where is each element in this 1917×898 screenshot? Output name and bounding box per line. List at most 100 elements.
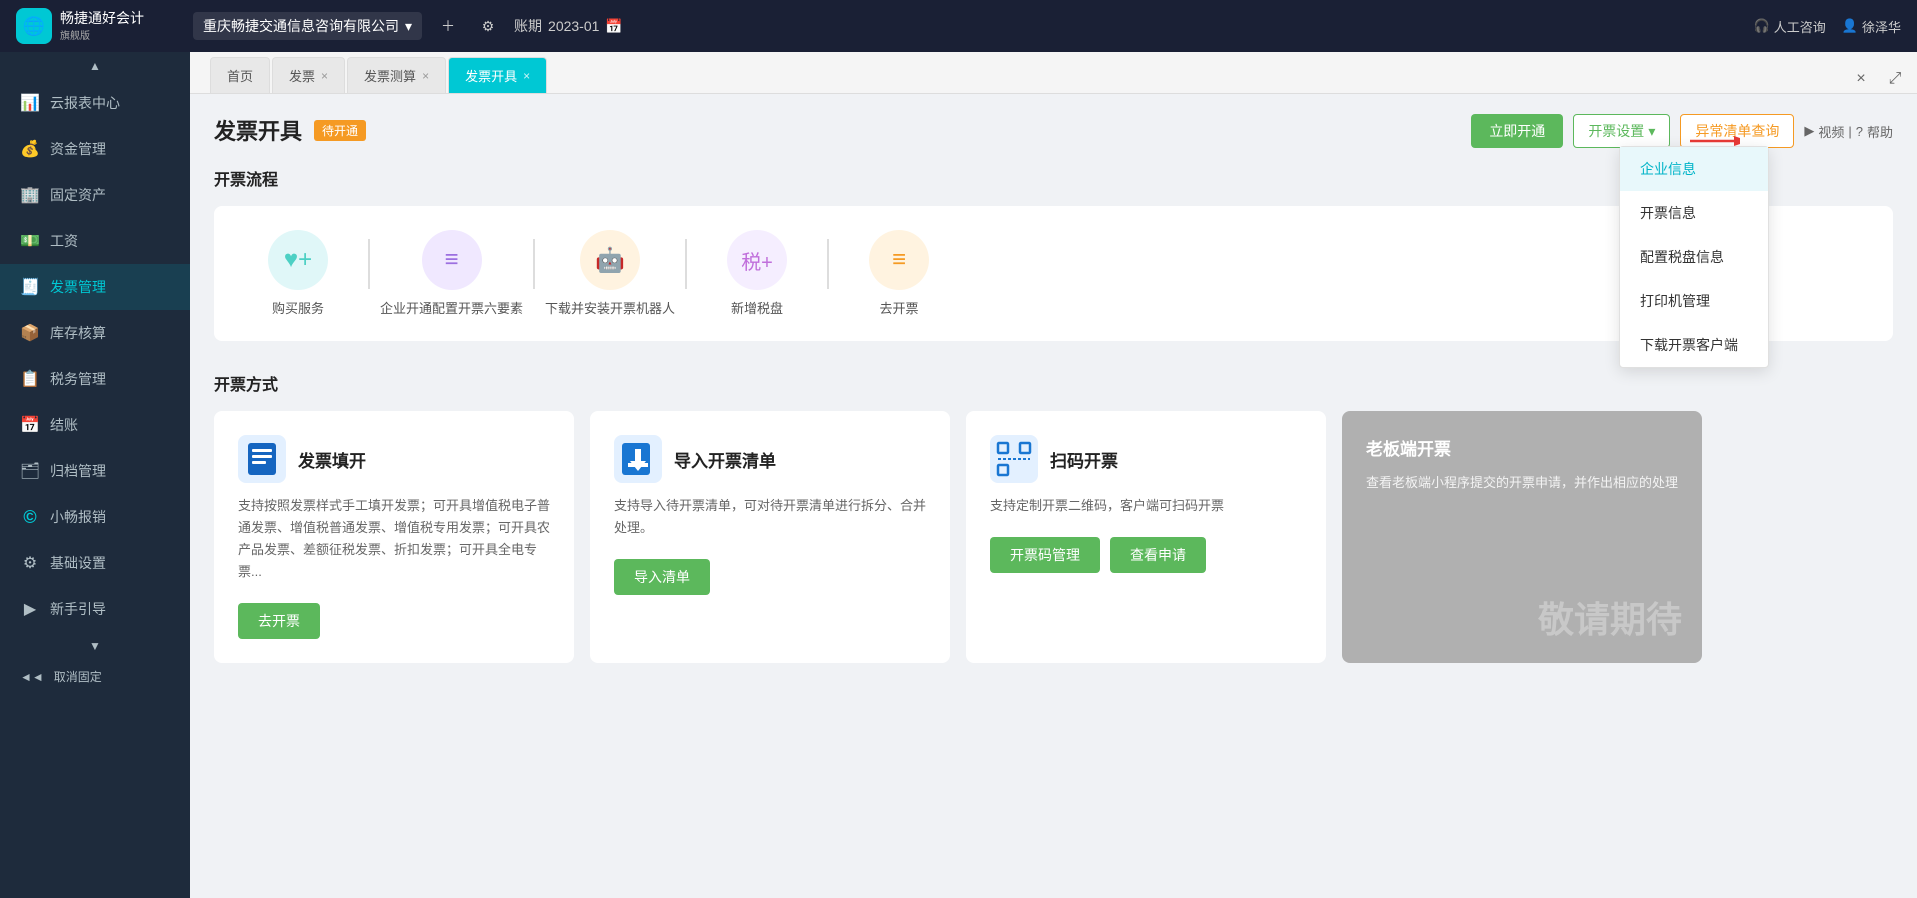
sidebar-item-invoice[interactable]: 🧾 发票管理 xyxy=(0,264,190,310)
import-invoice-button[interactable]: 导入清单 xyxy=(614,559,710,595)
support-label: 人工咨询 xyxy=(1774,17,1826,36)
step-divider-1 xyxy=(368,239,370,289)
video-label[interactable]: 视频 xyxy=(1818,122,1844,141)
step4-icon: 税+ xyxy=(727,230,787,290)
tab-home-label: 首页 xyxy=(227,66,253,85)
tab-invoice-calc[interactable]: 发票测算 × xyxy=(347,57,446,93)
sidebar-label-capital: 资金管理 xyxy=(50,139,106,159)
support-button[interactable]: 🎧 人工咨询 xyxy=(1754,17,1826,36)
fill-invoice-button[interactable]: 去开票 xyxy=(238,603,320,639)
boss-invoice-title: 老板端开票 xyxy=(1366,435,1678,460)
sidebar-label-xiao-report: 小畅报销 xyxy=(50,507,106,527)
avatar: 👤 xyxy=(1842,18,1858,34)
scan-invoice-card: 扫码开票 支持定制开票二维码，客户端可扫码开票 开票码管理 查看申请 xyxy=(966,411,1326,663)
sidebar-label-inventory: 库存核算 xyxy=(50,323,106,343)
headphone-icon: 🎧 xyxy=(1754,18,1770,34)
payroll-icon: 💵 xyxy=(20,231,40,251)
tab-invoice-issue-close[interactable]: × xyxy=(523,69,530,83)
step1-icon: ♥+ xyxy=(268,230,328,290)
sidebar-label-settlement: 结账 xyxy=(50,415,78,435)
fill-invoice-header: 发票填开 xyxy=(238,435,550,483)
user-profile[interactable]: 👤 徐泽华 xyxy=(1842,17,1901,36)
app-title: 畅捷通好会计 xyxy=(60,10,144,27)
user-name: 徐泽华 xyxy=(1862,17,1901,36)
tax-icon: 📋 xyxy=(20,369,40,389)
sidebar-item-tax[interactable]: 📋 税务管理 xyxy=(0,356,190,402)
dropdown-tax-config[interactable]: 配置税盘信息 xyxy=(1620,235,1768,279)
tab-invoice-close[interactable]: × xyxy=(321,69,328,83)
qr-manage-button[interactable]: 开票码管理 xyxy=(990,537,1100,573)
dropdown-printer[interactable]: 打印机管理 xyxy=(1620,279,1768,323)
company-selector[interactable]: 重庆畅捷交通信息咨询有限公司 ▾ xyxy=(193,12,422,40)
step-divider-3 xyxy=(685,239,687,289)
step3-label: 下载并安装开票机器人 xyxy=(545,298,675,317)
sidebar-item-capital[interactable]: 💰 资金管理 xyxy=(0,126,190,172)
chevron-down-icon: ▾ xyxy=(405,18,412,35)
period-value: 2023-01 xyxy=(548,18,599,34)
sidebar-item-settlement[interactable]: 📅 结账 xyxy=(0,402,190,448)
sidebar-item-cloud-report[interactable]: 📊 云报表中心 xyxy=(0,80,190,126)
play-icon: ▶ xyxy=(1804,123,1814,139)
unpin-icon: ◄◄ xyxy=(20,670,44,684)
unpin-button[interactable]: ◄◄ 取消固定 xyxy=(0,660,190,693)
process-step-1: ♥+ 购买服务 xyxy=(238,230,358,317)
sidebar-label-fixed-assets: 固定资产 xyxy=(50,185,106,205)
dropdown-invoice-info[interactable]: 开票信息 xyxy=(1620,191,1768,235)
sidebar-item-settings[interactable]: ⚙ 基础设置 xyxy=(0,540,190,586)
tab-home[interactable]: 首页 xyxy=(210,57,270,93)
sidebar-item-archive[interactable]: 🗂 归档管理 xyxy=(0,448,190,494)
step2-label: 企业开通配置开票六要素 xyxy=(380,298,523,317)
sidebar-item-payroll[interactable]: 💵 工资 xyxy=(0,218,190,264)
tab-expand[interactable]: ⤢ xyxy=(1881,65,1909,93)
add-button[interactable]: ＋ xyxy=(434,12,462,40)
red-arrow-indicator xyxy=(1690,131,1740,154)
activate-button[interactable]: 立即开通 xyxy=(1471,114,1563,148)
sidebar-scroll-up[interactable]: ▲ xyxy=(0,52,190,80)
invoice-settings-button[interactable]: 开票设置 ▾ xyxy=(1573,114,1670,148)
dropdown-menu: 企业信息 开票信息 配置税盘信息 打印机管理 下载开票客户端 xyxy=(1619,146,1769,368)
help-label[interactable]: 帮助 xyxy=(1867,122,1893,141)
step3-icon: 🤖 xyxy=(580,230,640,290)
sidebar-item-xiao-report[interactable]: © 小畅报销 xyxy=(0,494,190,540)
tab-bar-right: × ⤢ xyxy=(1847,65,1917,93)
cloud-report-icon: 📊 xyxy=(20,93,40,113)
boss-invoice-card: 老板端开票 查看老板端小程序提交的开票申请，并作出相应的处理 敬请期待 xyxy=(1342,411,1702,663)
tab-close-all[interactable]: × xyxy=(1847,65,1875,93)
archive-icon: 🗂 xyxy=(20,461,40,481)
tab-invoice[interactable]: 发票 × xyxy=(272,57,345,93)
sidebar-item-fixed-assets[interactable]: 🏢 固定资产 xyxy=(0,172,190,218)
fill-invoice-card: 发票填开 支持按照发票样式手工填开发票；可开具增值税电子普通发票、增值税普通发票… xyxy=(214,411,574,663)
process-step-5: ≡ 去开票 xyxy=(839,230,959,317)
process-step-4: 税+ 新增税盘 xyxy=(697,230,817,317)
overlay-text: 敬请期待 xyxy=(1538,591,1682,643)
inventory-icon: 📦 xyxy=(20,323,40,343)
guide-icon: ▶ xyxy=(20,599,40,619)
sidebar-item-inventory[interactable]: 📦 库存核算 xyxy=(0,310,190,356)
tab-invoice-issue[interactable]: 发票开具 × xyxy=(448,57,547,93)
step1-label: 购买服务 xyxy=(272,298,324,317)
app-badge: 旗舰版 xyxy=(60,27,144,42)
invoice-settings-container: 开票设置 ▾ xyxy=(1573,114,1670,148)
sidebar-label-cloud-report: 云报表中心 xyxy=(50,93,120,113)
import-invoice-header: 导入开票清单 xyxy=(614,435,926,483)
question-icon: ? xyxy=(1856,124,1863,139)
top-bar: 🌐 畅捷通好会计 旗舰版 重庆畅捷交通信息咨询有限公司 ▾ ＋ ⚙ 账期 202… xyxy=(0,0,1917,52)
process-step-2: ≡ 企业开通配置开票六要素 xyxy=(380,230,523,317)
company-name: 重庆畅捷交通信息咨询有限公司 xyxy=(203,16,399,36)
view-apply-button[interactable]: 查看申请 xyxy=(1110,537,1206,573)
dropdown-download-client[interactable]: 下载开票客户端 xyxy=(1620,323,1768,367)
step4-label: 新增税盘 xyxy=(731,298,783,317)
divider: | xyxy=(1848,124,1851,139)
tab-invoice-calc-close[interactable]: × xyxy=(422,69,429,83)
settings-icon[interactable]: ⚙ xyxy=(474,12,502,40)
settlement-icon: 📅 xyxy=(20,415,40,435)
fill-invoice-icon xyxy=(238,435,286,483)
page-toolbar: 立即开通 开票设置 ▾ 异常清单查询 ▶ 视频 | ? 帮助 xyxy=(1471,114,1893,148)
boss-invoice-desc: 查看老板端小程序提交的开票申请，并作出相应的处理 xyxy=(1366,472,1678,494)
status-badge: 待开通 xyxy=(314,120,366,141)
import-invoice-card: 导入开票清单 支持导入待开票清单，可对待开票清单进行拆分、合并处理。 导入清单 xyxy=(590,411,950,663)
calendar-icon[interactable]: 📅 xyxy=(605,18,622,35)
scan-invoice-desc: 支持定制开票二维码，客户端可扫码开票 xyxy=(990,495,1302,517)
sidebar-scroll-down[interactable]: ▼ xyxy=(0,632,190,660)
sidebar-item-guide[interactable]: ▶ 新手引导 xyxy=(0,586,190,632)
